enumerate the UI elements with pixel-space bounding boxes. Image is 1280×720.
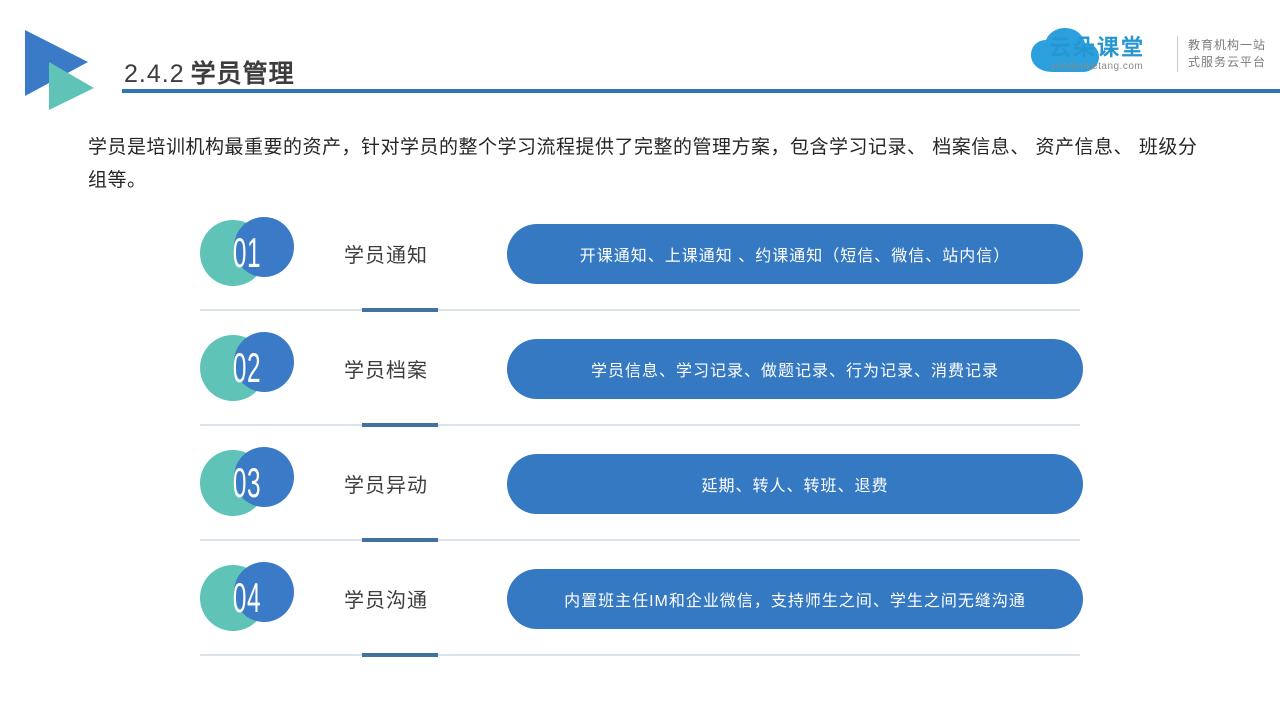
row-description-pill: 延期、转人、转班、退费 [507,454,1083,514]
slide: 2.4.2学员管理 云朵课堂 yunduoketang.com 教育机构一站 式… [0,0,1280,720]
feature-row-change: 03 学员异动 延期、转人、转班、退费 [200,426,1083,541]
row-number: 04 [220,568,275,628]
brand-tagline-line1: 教育机构一站 [1188,37,1266,54]
row-description-pill: 学员信息、学习记录、做题记录、行为记录、消费记录 [507,339,1083,399]
brand-tagline-line2: 式服务云平台 [1188,54,1266,71]
play-triangles-icon [22,26,98,110]
brand-logo: 云朵课堂 yunduoketang.com 教育机构一站 式服务云平台 [1023,28,1266,80]
title-underline [122,89,1280,93]
feature-row-archive: 02 学员档案 学员信息、学习记录、做题记录、行为记录、消费记录 [200,311,1083,426]
row-label: 学员沟通 [344,584,496,613]
row-label: 学员异动 [344,469,496,498]
brand-tagline: 教育机构一站 式服务云平台 [1188,37,1266,71]
title-text: 学员管理 [191,60,295,88]
brand-divider [1177,36,1178,72]
row-description-pill: 开课通知、上课通知 、约课通知（短信、微信、站内信） [507,224,1083,284]
row-number: 01 [220,223,275,283]
row-divider [200,654,1080,656]
row-number: 02 [220,338,275,398]
brand-domain: yunduoketang.com [1049,61,1145,72]
row-label: 学员档案 [344,354,496,383]
row-number: 03 [220,453,275,513]
row-divider-accent [362,653,438,657]
brand-name-block: 云朵课堂 yunduoketang.com [1049,36,1145,72]
feature-row-notice: 01 学员通知 开课通知、上课通知 、约课通知（短信、微信、站内信） [200,196,1083,311]
number-badge: 01 [200,216,294,292]
intro-paragraph: 学员是培训机构最重要的资产，针对学员的整个学习流程提供了完整的管理方案，包含学习… [88,131,1213,197]
number-badge: 03 [200,446,294,522]
brand-name: 云朵课堂 [1049,36,1145,60]
row-description-pill: 内置班主任IM和企业微信，支持师生之间、学生之间无缝沟通 [507,569,1083,629]
section-number: 2.4.2 [124,60,185,88]
feature-row-communication: 04 学员沟通 内置班主任IM和企业微信，支持师生之间、学生之间无缝沟通 [200,541,1083,656]
number-badge: 02 [200,331,294,407]
page-title: 2.4.2学员管理 [124,54,295,90]
row-label: 学员通知 [344,239,496,268]
brand-cloud-wrap: 云朵课堂 yunduoketang.com [1023,28,1173,80]
number-badge: 04 [200,561,294,637]
feature-list: 01 学员通知 开课通知、上课通知 、约课通知（短信、微信、站内信） 02 学员… [200,196,1083,656]
